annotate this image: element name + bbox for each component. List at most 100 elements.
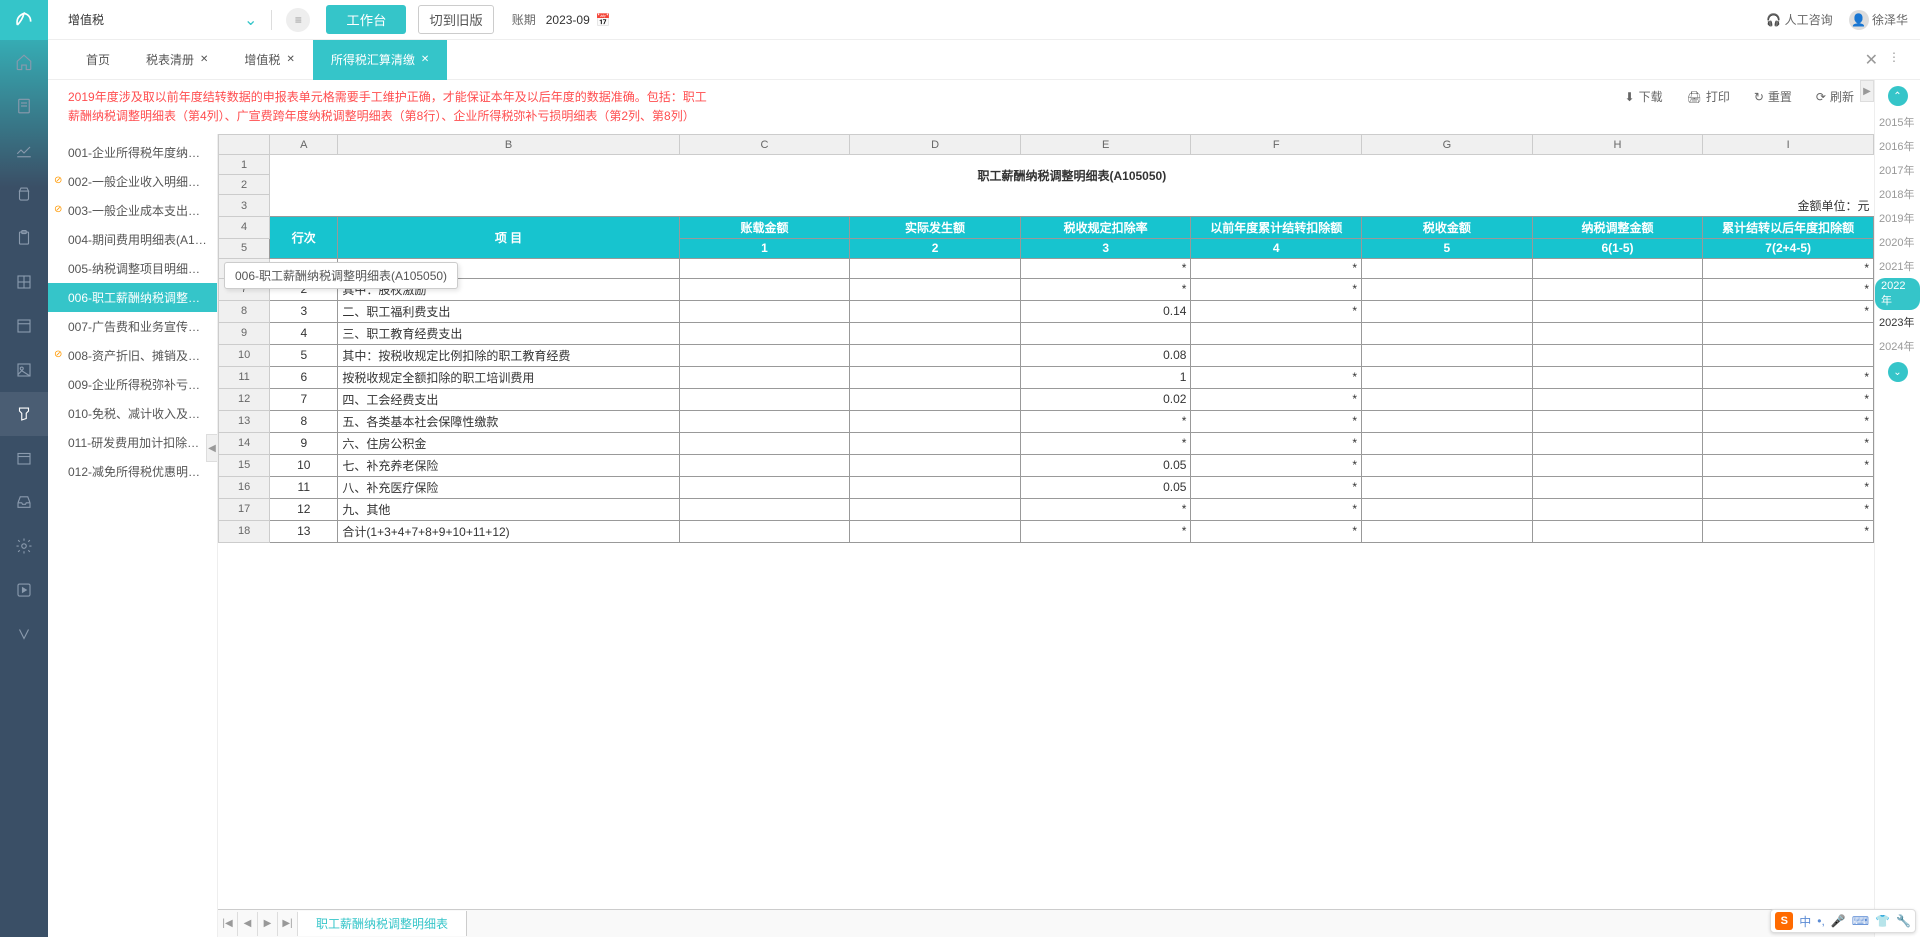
cell[interactable]: 五、各类基本社会保障性缴款 [338, 410, 679, 432]
cell[interactable] [1532, 300, 1703, 322]
collapse-handle[interactable]: ◀ [206, 434, 218, 462]
cell[interactable]: * [1191, 366, 1362, 388]
ime-tool-icon[interactable]: 🔧 [1896, 914, 1911, 928]
nav-image-icon[interactable] [0, 348, 48, 392]
cell[interactable]: 四、工会经费支出 [338, 388, 679, 410]
cell[interactable]: * [1703, 498, 1874, 520]
cell[interactable]: 7 [270, 388, 338, 410]
year-2020年[interactable]: 2020年 [1875, 230, 1920, 254]
cell[interactable] [1362, 344, 1533, 366]
cell[interactable]: * [1191, 498, 1362, 520]
close-all-icon[interactable]: ✕ [1865, 50, 1878, 70]
form-item-1[interactable]: ⊘002-一般企业收入明细表(A... [48, 167, 217, 196]
form-item-3[interactable]: 004-期间费用明细表(A1040... [48, 225, 217, 254]
cell[interactable]: 0.08 [1020, 344, 1191, 366]
cell[interactable]: 六、住房公积金 [338, 432, 679, 454]
list-icon[interactable]: ≡ [286, 8, 310, 32]
cell[interactable] [1532, 454, 1703, 476]
cell[interactable] [1362, 410, 1533, 432]
cell[interactable]: 1 [1020, 366, 1191, 388]
tab-close-icon[interactable]: ✕ [421, 54, 429, 65]
cell[interactable] [679, 258, 850, 278]
calendar-icon[interactable]: 📅 [596, 13, 611, 27]
cell[interactable] [1191, 344, 1362, 366]
nav-archive-icon[interactable] [0, 436, 48, 480]
cell[interactable] [1362, 454, 1533, 476]
cell[interactable] [1532, 388, 1703, 410]
ime-keyboard-icon[interactable]: ⌨ [1852, 914, 1869, 928]
cell[interactable]: * [1020, 258, 1191, 278]
col-hdr-I[interactable]: I [1703, 135, 1874, 155]
cell[interactable]: 0.05 [1020, 454, 1191, 476]
reset-button[interactable]: ↻ 重置 [1754, 88, 1792, 105]
cell[interactable]: * [1703, 278, 1874, 300]
form-item-8[interactable]: 009-企业所得税弥补亏损明... [48, 370, 217, 399]
cell[interactable] [1532, 258, 1703, 278]
cell[interactable]: * [1703, 366, 1874, 388]
nav-template-icon[interactable] [0, 304, 48, 348]
cell[interactable]: * [1020, 410, 1191, 432]
cell[interactable]: * [1703, 388, 1874, 410]
form-item-6[interactable]: 007-广告费和业务宣传费跨... [48, 312, 217, 341]
sheet-nav-last[interactable]: ▶| [278, 912, 298, 936]
year-2016年[interactable]: 2016年 [1875, 134, 1920, 158]
nav-settings-icon[interactable] [0, 524, 48, 568]
switch-old-button[interactable]: 切到旧版 [418, 5, 493, 34]
cell[interactable] [850, 454, 1021, 476]
tabs-menu-icon[interactable]: ⋮ [1888, 50, 1900, 70]
cell[interactable]: 八、补充医疗保险 [338, 476, 679, 498]
ime-voice-icon[interactable]: 🎤 [1831, 914, 1846, 928]
cell[interactable]: * [1191, 258, 1362, 278]
col-hdr-C[interactable]: C [679, 135, 850, 155]
cell[interactable] [1532, 366, 1703, 388]
cell[interactable] [679, 300, 850, 322]
year-2023年[interactable]: 2023年 [1875, 310, 1920, 334]
cell[interactable]: * [1191, 476, 1362, 498]
cell[interactable] [679, 432, 850, 454]
user-menu[interactable]: 👤 徐泽华 [1849, 10, 1908, 30]
cell[interactable] [1362, 498, 1533, 520]
cell[interactable]: * [1191, 454, 1362, 476]
year-2024年[interactable]: 2024年 [1875, 334, 1920, 358]
cell[interactable] [1020, 322, 1191, 344]
form-item-10[interactable]: 011-研发费用加计扣除优惠... [48, 428, 217, 457]
cell[interactable] [679, 278, 850, 300]
cell[interactable] [1532, 410, 1703, 432]
cell[interactable] [1532, 498, 1703, 520]
cell[interactable] [1362, 322, 1533, 344]
cell[interactable]: * [1703, 300, 1874, 322]
download-button[interactable]: ⬇ 下载 [1625, 88, 1663, 105]
tab-close-icon[interactable]: ✕ [286, 54, 294, 65]
col-hdr-E[interactable]: E [1020, 135, 1191, 155]
cell[interactable] [850, 476, 1021, 498]
nav-money-icon[interactable] [0, 172, 48, 216]
cell[interactable] [1362, 476, 1533, 498]
consult-link[interactable]: 🎧 人工咨询 [1766, 11, 1832, 28]
nav-play-icon[interactable] [0, 568, 48, 612]
cell[interactable]: * [1703, 432, 1874, 454]
cell[interactable]: * [1191, 278, 1362, 300]
cell[interactable]: * [1020, 498, 1191, 520]
cell[interactable]: * [1703, 454, 1874, 476]
cell[interactable] [850, 366, 1021, 388]
sheet-nav-next[interactable]: ▶ [258, 912, 278, 936]
tab-1[interactable]: 税表清册✕ [128, 40, 226, 80]
ime-lang[interactable]: 中 [1799, 913, 1811, 930]
cell[interactable]: * [1020, 278, 1191, 300]
cell[interactable] [1532, 520, 1703, 542]
sheet-tab[interactable]: 职工薪酬纳税调整明细表 [298, 911, 467, 936]
sheet-nav-first[interactable]: |◀ [218, 912, 238, 936]
cell[interactable] [1703, 322, 1874, 344]
cell[interactable] [1362, 432, 1533, 454]
cell[interactable]: 12 [270, 498, 338, 520]
cell[interactable] [679, 410, 850, 432]
cell[interactable] [1532, 278, 1703, 300]
cell[interactable] [850, 410, 1021, 432]
cell[interactable] [1532, 344, 1703, 366]
nav-grid-icon[interactable] [0, 260, 48, 304]
cell[interactable]: * [1703, 520, 1874, 542]
ime-skin-icon[interactable]: 👕 [1875, 914, 1890, 928]
cell[interactable] [679, 498, 850, 520]
cell[interactable] [1362, 388, 1533, 410]
col-hdr-G[interactable]: G [1362, 135, 1533, 155]
